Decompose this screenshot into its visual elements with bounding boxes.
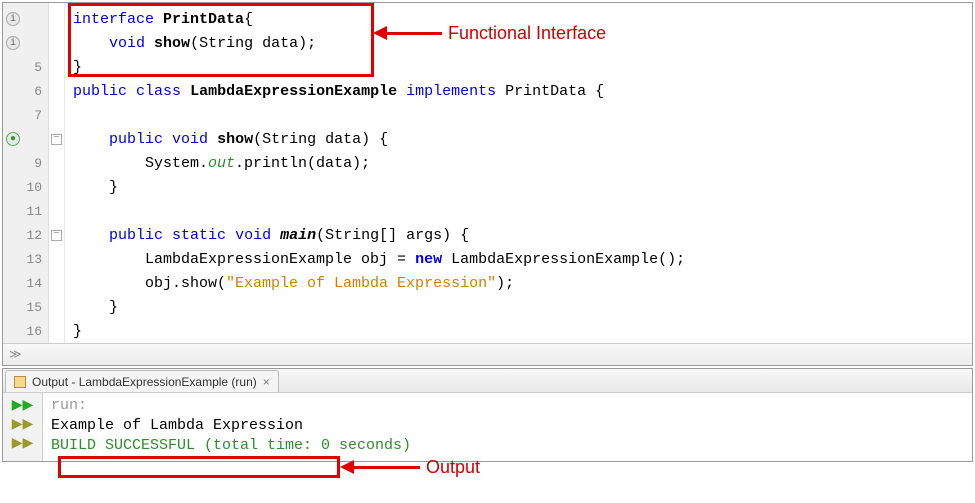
- fold-cell: [49, 295, 64, 319]
- fold-cell: [49, 55, 64, 79]
- override-icon: ●: [6, 132, 20, 146]
- code-line[interactable]: }: [65, 55, 972, 79]
- code-line[interactable]: LambdaExpressionExample obj = new Lambda…: [65, 247, 972, 271]
- output-tab-title: Output - LambdaExpressionExample (run): [32, 375, 257, 389]
- fold-cell: [49, 7, 64, 31]
- line-number: 9: [3, 151, 48, 175]
- rerun-icon[interactable]: ▶▶: [12, 416, 34, 433]
- code-line[interactable]: void show(String data);: [65, 31, 972, 55]
- line-number: 16: [3, 319, 48, 343]
- output-line: Example of Lambda Expression: [51, 417, 964, 437]
- output-icon: [14, 376, 26, 388]
- chevron-right-icon: ≫: [9, 347, 22, 362]
- code-line[interactable]: public class LambdaExpressionExample imp…: [65, 79, 972, 103]
- info-icon: i: [6, 36, 20, 50]
- output-body: ▶▶ ▶▶ ▶▶ run:Example of Lambda Expressio…: [3, 393, 972, 461]
- fold-cell: [49, 79, 64, 103]
- breadcrumb-bar[interactable]: ≫: [3, 343, 972, 365]
- fold-cell[interactable]: −: [49, 127, 64, 151]
- line-number: 13: [3, 247, 48, 271]
- fold-cell[interactable]: −: [49, 223, 64, 247]
- code-line[interactable]: interface PrintData{: [65, 7, 972, 31]
- code-line[interactable]: }: [65, 295, 972, 319]
- line-number: 10: [3, 175, 48, 199]
- code-area: ii567●910111213141516 −− interface Print…: [3, 3, 972, 343]
- output-line: run:: [51, 397, 964, 417]
- line-number: ●: [3, 127, 48, 151]
- output-tab-row: Output - LambdaExpressionExample (run) ×: [3, 369, 972, 393]
- fold-minus-icon[interactable]: −: [51, 230, 62, 241]
- output-toolbar: ▶▶ ▶▶ ▶▶: [3, 393, 43, 461]
- fold-cell: [49, 151, 64, 175]
- line-number: 14: [3, 271, 48, 295]
- line-number: 15: [3, 295, 48, 319]
- code-editor-pane: ii567●910111213141516 −− interface Print…: [2, 2, 973, 366]
- code-line[interactable]: }: [65, 319, 972, 343]
- rerun-icon-2[interactable]: ▶▶: [12, 435, 34, 452]
- code-column[interactable]: interface PrintData{ void show(String da…: [65, 3, 972, 343]
- code-line[interactable]: [65, 199, 972, 223]
- code-line[interactable]: System.out.println(data);: [65, 151, 972, 175]
- fold-cell: [49, 247, 64, 271]
- code-line[interactable]: [65, 103, 972, 127]
- fold-cell: [49, 103, 64, 127]
- line-number-gutter: ii 567 ● 910111213141516: [3, 3, 49, 343]
- output-line: BUILD SUCCESSFUL (total time: 0 seconds): [51, 437, 964, 457]
- fold-cell: [49, 175, 64, 199]
- info-icon: i: [6, 12, 20, 26]
- close-icon[interactable]: ×: [263, 375, 270, 389]
- fold-cell: [49, 199, 64, 223]
- line-number: 7: [3, 103, 48, 127]
- code-line[interactable]: obj.show("Example of Lambda Expression")…: [65, 271, 972, 295]
- fold-cell: [49, 31, 64, 55]
- line-number: i: [3, 7, 48, 31]
- output-pane: Output - LambdaExpressionExample (run) ×…: [2, 368, 973, 462]
- line-number: 5: [3, 55, 48, 79]
- fold-minus-icon[interactable]: −: [51, 134, 62, 145]
- code-line[interactable]: }: [65, 175, 972, 199]
- line-number: 6: [3, 79, 48, 103]
- run-icon[interactable]: ▶▶: [12, 397, 34, 414]
- line-number: i: [3, 31, 48, 55]
- output-tab[interactable]: Output - LambdaExpressionExample (run) ×: [5, 370, 279, 392]
- line-number: 12: [3, 223, 48, 247]
- output-text[interactable]: run:Example of Lambda ExpressionBUILD SU…: [43, 393, 972, 461]
- fold-column: −−: [49, 3, 65, 343]
- line-number: 11: [3, 199, 48, 223]
- code-line[interactable]: public void show(String data) {: [65, 127, 972, 151]
- code-line[interactable]: public static void main(String[] args) {: [65, 223, 972, 247]
- fold-cell: [49, 271, 64, 295]
- fold-cell: [49, 319, 64, 343]
